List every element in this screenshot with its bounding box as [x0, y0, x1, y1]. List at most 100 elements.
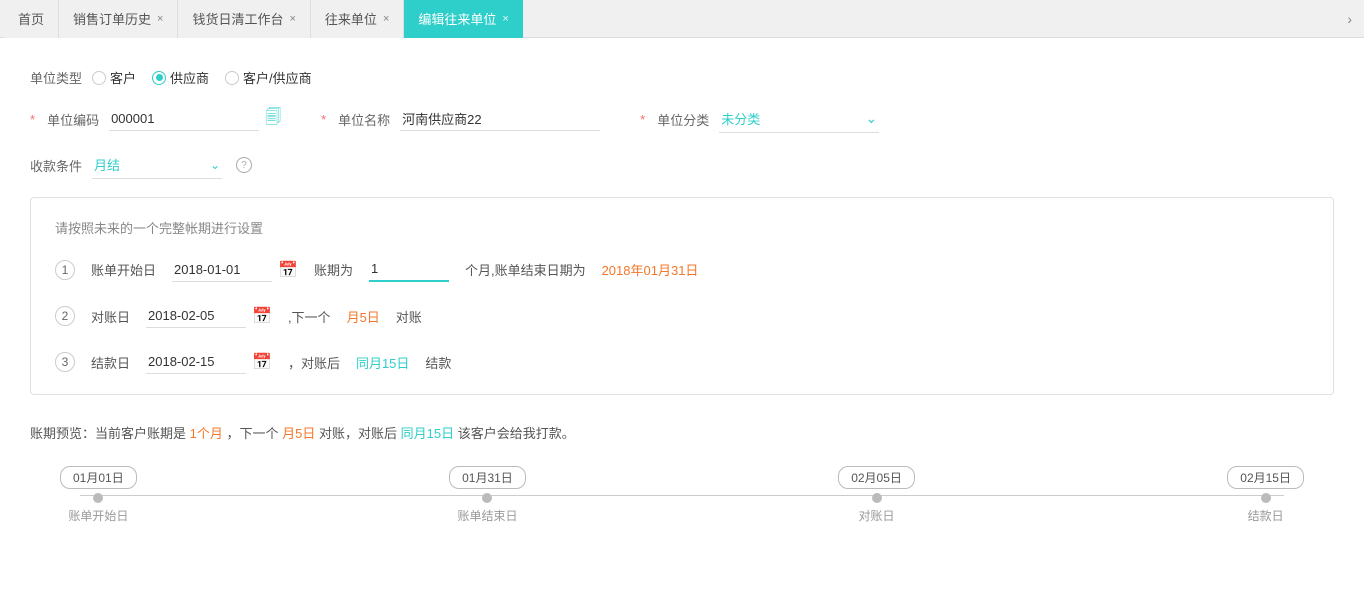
tab-sales-history-label: 销售订单历史 [73, 9, 151, 28]
unit-category-value: 未分类 [721, 109, 865, 128]
payment-terms-select[interactable]: 月结 ⌄ [92, 151, 222, 179]
radio-supplier[interactable]: 供应商 [152, 68, 209, 87]
timeline-caption-0: 账单开始日 [68, 507, 128, 524]
period-settings-card: 请按照未来的一个完整帐期进行设置 1 账单开始日 📅 账期为 个月,账单结束日期… [30, 197, 1334, 395]
payment-terms-value: 月结 [94, 155, 210, 174]
row-2-desc-suffix: 对账 [396, 307, 422, 326]
unit-name-label: 单位名称 [338, 110, 390, 129]
tab-edit-partner[interactable]: 编辑往来单位 × [404, 0, 522, 38]
help-icon[interactable]: ? [236, 157, 252, 173]
timeline-dot-2 [872, 493, 882, 503]
row-1-date-group: 📅 [172, 258, 298, 282]
card-row-2: 2 对账日 📅 ,下一个 月5日 对账 [55, 304, 1309, 328]
tab-sales-history[interactable]: 销售订单历史 × [59, 0, 178, 38]
radio-customer-circle [92, 71, 106, 85]
radio-customer-label: 客户 [110, 68, 136, 87]
unit-code-input[interactable] [109, 107, 259, 131]
timeline-points: 01月01日 账单开始日 01月31日 账单结束日 02月05日 对账日 02月… [60, 466, 1304, 524]
tabs-bar: 首页 销售订单历史 × 钱货日清工作台 × 往来单位 × 编辑往来单位 × › [0, 0, 1364, 38]
unit-category-select[interactable]: 未分类 ⌄ [719, 105, 879, 133]
radio-customer[interactable]: 客户 [92, 68, 136, 87]
row-3-desc-prefix: ，对账后 [288, 353, 340, 372]
card-row-1: 1 账单开始日 📅 账期为 个月,账单结束日期为 2018年01月31日 [55, 257, 1309, 282]
unit-name-required: * [321, 112, 326, 127]
timeline-point-1: 01月31日 账单结束日 [449, 466, 526, 524]
close-edit-partner[interactable]: × [502, 13, 508, 25]
payment-terms-label: 收款条件 [30, 156, 82, 175]
tab-cash-workbench-label: 钱货日清工作台 [192, 9, 283, 28]
preview-highlight3: 同月15日 [401, 426, 454, 441]
section-hint: 请按照未来的一个完整帐期进行设置 [55, 218, 1309, 237]
timeline-point-2: 02月05日 对账日 [838, 466, 915, 524]
tab-partner-units-label: 往来单位 [325, 9, 377, 28]
timeline-label-2: 02月05日 [838, 466, 915, 489]
timeline-point-3: 02月15日 结款日 [1227, 466, 1304, 524]
timeline-label-0: 01月01日 [60, 466, 137, 489]
unit-cat-label: 单位分类 [657, 110, 709, 129]
category-dropdown-arrow: ⌄ [865, 110, 877, 127]
unit-type-row: 单位类型 客户 供应商 客户/供应商 [30, 68, 1334, 87]
row-3-highlight-day: 同月15日 [356, 353, 409, 372]
preview-middle1: ，下一个 [227, 426, 279, 441]
timeline-wrapper: 01月01日 账单开始日 01月31日 账单结束日 02月05日 对账日 02月… [30, 466, 1334, 524]
row-3-calendar-icon[interactable]: 📅 [252, 352, 272, 372]
timeline-dot-3 [1261, 493, 1271, 503]
radio-customer-supplier-label: 客户/供应商 [243, 68, 312, 87]
timeline-point-0: 01月01日 账单开始日 [60, 466, 137, 524]
tab-home-label: 首页 [18, 9, 44, 28]
row-num-1: 1 [55, 260, 75, 280]
row-2-date-input[interactable] [146, 304, 246, 328]
unit-cat-required: * [640, 112, 645, 127]
close-sales-history[interactable]: × [157, 13, 163, 25]
row-1-month-input[interactable] [369, 257, 449, 282]
preview-text: 账期预览：当前客户账期是 1个月 ，下一个 月5日 对账，对账后 同月15日 该… [30, 423, 1334, 442]
unit-code-field-group: 🗐 [109, 106, 281, 133]
tab-partner-units[interactable]: 往来单位 × [311, 0, 404, 38]
preview-middle2: 对账，对账后 [319, 426, 397, 441]
copy-icon[interactable]: 🗐 [265, 106, 281, 133]
preview-section: 账期预览：当前客户账期是 1个月 ，下一个 月5日 对账，对账后 同月15日 该… [30, 413, 1334, 538]
radio-supplier-circle [152, 71, 166, 85]
card-row-3: 3 结款日 📅 ，对账后 同月15日 结款 [55, 350, 1309, 374]
row-num-3: 3 [55, 352, 75, 372]
row-3-field-label: 结款日 [91, 353, 130, 372]
tab-home[interactable]: 首页 [4, 0, 59, 38]
tabs-right-arrow[interactable]: › [1339, 11, 1360, 27]
row-1-date-input[interactable] [172, 258, 272, 282]
row-2-field-label: 对账日 [91, 307, 130, 326]
page-content: 单位类型 客户 供应商 客户/供应商 * 单位编码 🗐 * 单位名称 [0, 38, 1364, 608]
unit-code-label: 单位编码 [47, 110, 99, 129]
row-3-desc-suffix: 结款 [425, 353, 451, 372]
row-1-calendar-icon[interactable]: 📅 [278, 260, 298, 280]
preview-highlight2: 月5日 [282, 426, 315, 441]
timeline-dot-1 [482, 493, 492, 503]
radio-customer-supplier[interactable]: 客户/供应商 [225, 68, 312, 87]
row-3-date-input[interactable] [146, 350, 246, 374]
unit-type-label: 单位类型 [30, 68, 82, 87]
radio-supplier-label: 供应商 [170, 68, 209, 87]
close-cash-workbench[interactable]: × [289, 13, 295, 25]
row-3-date-group: 📅 [146, 350, 272, 374]
timeline-caption-2: 对账日 [859, 507, 895, 524]
preview-suffix: 该客户会给我打款。 [458, 426, 575, 441]
row-2-desc-prefix: ,下一个 [288, 307, 331, 326]
timeline-dot-0 [93, 493, 103, 503]
unit-name-input[interactable] [400, 107, 600, 131]
row-num-2: 2 [55, 306, 75, 326]
unit-details-row: * 单位编码 🗐 * 单位名称 * 单位分类 未分类 ⌄ [30, 105, 1334, 133]
row-1-desc-suffix: 个月,账单结束日期为 [465, 260, 586, 279]
row-1-field-label: 账单开始日 [91, 260, 156, 279]
unit-type-radio-group: 客户 供应商 客户/供应商 [92, 68, 312, 87]
row-1-highlight-date: 2018年01月31日 [602, 260, 699, 279]
row-1-desc-prefix: 账期为 [314, 260, 353, 279]
unit-code-required: * [30, 112, 35, 127]
row-2-calendar-icon[interactable]: 📅 [252, 306, 272, 326]
tab-cash-workbench[interactable]: 钱货日清工作台 × [178, 0, 310, 38]
row-2-highlight-day: 月5日 [347, 307, 380, 326]
timeline-caption-3: 结款日 [1248, 507, 1284, 524]
row-2-date-group: 📅 [146, 304, 272, 328]
timeline-label-1: 01月31日 [449, 466, 526, 489]
close-partner-units[interactable]: × [383, 13, 389, 25]
radio-customer-supplier-circle [225, 71, 239, 85]
payment-terms-arrow: ⌄ [210, 158, 220, 172]
